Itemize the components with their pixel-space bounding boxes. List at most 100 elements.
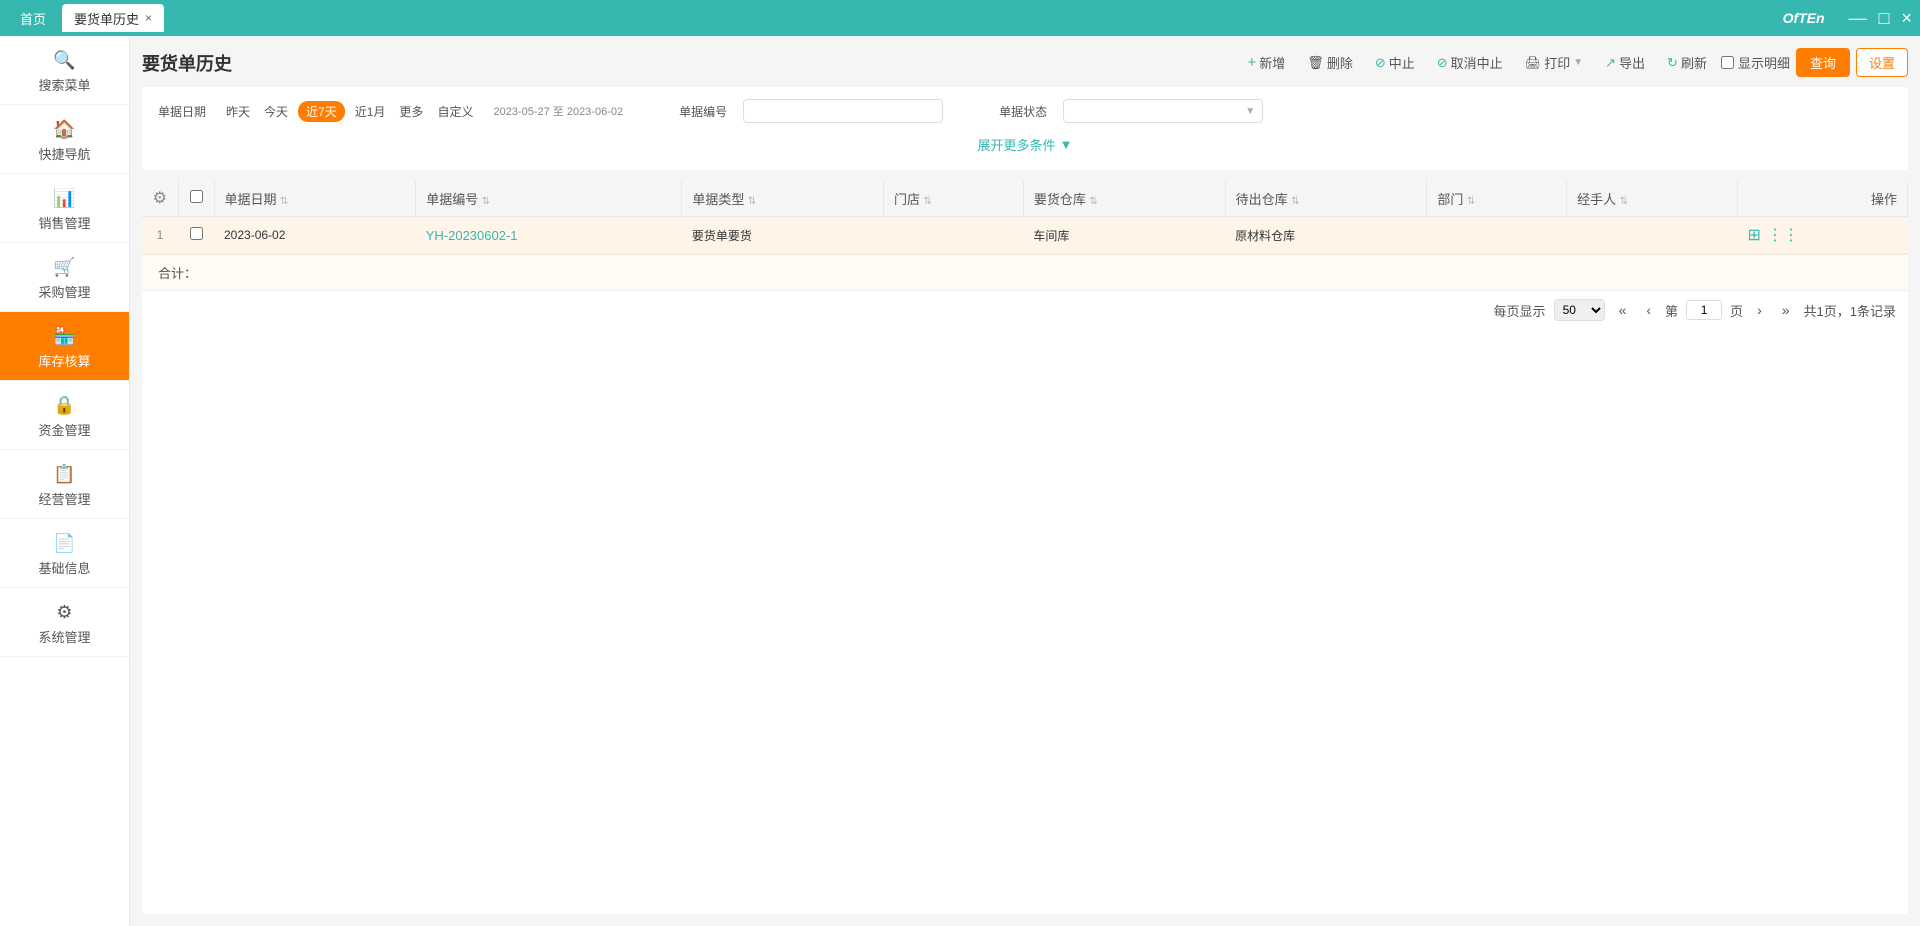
logo-text: OfTEn (1783, 10, 1825, 26)
minimize-icon[interactable]: — (1849, 8, 1867, 29)
th-handler-label: 经手人 (1577, 192, 1616, 207)
shortcut-yesterday[interactable]: 昨天 (222, 101, 254, 122)
window-close-icon[interactable]: × (1901, 8, 1912, 29)
th-req-warehouse[interactable]: 要货仓库 ⇅ (1023, 180, 1225, 217)
sort-handler-icon: ⇅ (1620, 196, 1628, 207)
close-tab-icon[interactable]: × (145, 11, 152, 25)
page-number-input[interactable] (1686, 300, 1722, 320)
tab-purchase-history-label: 要货单历史 (74, 9, 139, 28)
stop-label: 中止 (1389, 53, 1415, 72)
doc-number-label: 单据编号 (679, 103, 727, 120)
total-info: 共1页，1条记录 (1804, 301, 1896, 320)
doc-status-wrapper (1063, 99, 1263, 123)
prev-page-button[interactable]: ‹ (1640, 300, 1657, 320)
sidebar-item-label-search-menu: 搜索菜单 (38, 75, 90, 94)
view-icon[interactable]: ⊞ (1747, 225, 1760, 245)
cell-checkbox[interactable] (178, 217, 214, 254)
cell-handler (1567, 217, 1738, 254)
cell-pending-warehouse: 原材料仓库 (1225, 217, 1427, 254)
delete-label: 删除 (1327, 53, 1353, 72)
next-page-button[interactable]: › (1751, 300, 1768, 320)
th-operation-label: 操作 (1871, 192, 1897, 207)
add-button[interactable]: + 新增 (1240, 49, 1294, 76)
shortcut-last1month[interactable]: 近1月 (351, 101, 390, 122)
th-pending-warehouse[interactable]: 待出仓库 ⇅ (1225, 180, 1427, 217)
th-department[interactable]: 部门 ⇅ (1427, 180, 1567, 217)
filter-bar: 单据日期 昨天 今天 近7天 近1月 更多 自定义 2023-05-27 至 2… (142, 87, 1908, 170)
th-doc-date[interactable]: 单据日期 ⇅ (214, 180, 416, 217)
shortcut-custom[interactable]: 自定义 (433, 101, 477, 122)
th-doc-type[interactable]: 单据类型 ⇅ (682, 180, 884, 217)
doc-number-link[interactable]: YH-20230602-1 (426, 228, 518, 243)
select-all-checkbox[interactable] (190, 190, 203, 203)
sort-department-icon: ⇅ (1467, 196, 1475, 207)
sort-doc-type-icon: ⇅ (748, 196, 756, 207)
add-icon: + (1248, 54, 1257, 71)
tab-purchase-history[interactable]: 要货单历史 × (62, 4, 164, 32)
cancel-stop-icon: ⊘ (1437, 55, 1448, 71)
add-label: 新增 (1259, 53, 1285, 72)
print-button[interactable]: 🖨 打印 ▼ (1517, 49, 1591, 76)
sidebar-item-label-purchase-mgmt: 采购管理 (38, 282, 90, 301)
sidebar-item-system-mgmt[interactable]: ⚙ 系统管理 (0, 588, 129, 657)
table-container: ⚙ 单据日期 ⇅ 单据编号 ⇅ (142, 180, 1908, 914)
inventory-icon: 🏪 (53, 326, 75, 347)
cancel-stop-button[interactable]: ⊘ 取消中止 (1429, 49, 1511, 76)
th-checkbox[interactable] (178, 180, 214, 217)
sort-pending-warehouse-icon: ⇅ (1291, 196, 1299, 207)
settings-gear-icon[interactable]: ⚙ (153, 190, 167, 207)
first-page-button[interactable]: « (1613, 300, 1633, 320)
tab-home[interactable]: 首页 (8, 4, 58, 32)
print-label: 打印 (1544, 53, 1570, 72)
table-body: 1 2023-06-02 YH-20230602-1 要货单要货 车间库 原材料… (142, 217, 1908, 254)
th-operation: 操作 (1737, 180, 1907, 217)
display-toggle-checkbox[interactable] (1721, 56, 1734, 69)
th-doc-number-label: 单据编号 (426, 192, 478, 207)
row-checkbox[interactable] (190, 227, 203, 240)
edit-icon[interactable]: ⋮⋮ (1767, 225, 1799, 245)
last-page-button[interactable]: » (1776, 300, 1796, 320)
sidebar-item-quick-nav[interactable]: 🏠 快捷导航 (0, 105, 129, 174)
date-shortcuts: 昨天 今天 近7天 近1月 更多 自定义 (222, 101, 477, 122)
shortcut-last7days[interactable]: 近7天 (298, 101, 345, 122)
cell-doc-date: 2023-06-02 (214, 217, 416, 254)
refresh-button[interactable]: ↻ 刷新 (1659, 49, 1715, 76)
summary-bar: 合计： (142, 254, 1908, 290)
data-table: ⚙ 单据日期 ⇅ 单据编号 ⇅ (142, 180, 1908, 254)
th-store[interactable]: 门店 ⇅ (884, 180, 1024, 217)
th-doc-number[interactable]: 单据编号 ⇅ (416, 180, 682, 217)
sidebar-item-inventory[interactable]: 🏪 库存核算 (0, 312, 129, 381)
expand-more-button[interactable]: 展开更多条件 ▼ (978, 131, 1073, 158)
setting-button[interactable]: 设置 (1856, 48, 1908, 77)
th-req-warehouse-label: 要货仓库 (1034, 192, 1086, 207)
cell-index: 1 (142, 217, 178, 254)
delete-icon: 🗑 (1307, 55, 1324, 71)
doc-number-input[interactable] (743, 99, 943, 123)
cell-doc-number[interactable]: YH-20230602-1 (416, 217, 682, 254)
content-area: 要货单历史 + 新增 🗑 删除 ⊘ 中止 ⊘ 取消中止 (130, 36, 1920, 926)
delete-button[interactable]: 🗑 删除 (1299, 49, 1361, 76)
tab-home-label: 首页 (20, 9, 46, 28)
shortcut-more[interactable]: 更多 (395, 101, 427, 122)
sidebar-item-operations-mgmt[interactable]: 📋 经营管理 (0, 450, 129, 519)
stop-icon: ⊘ (1375, 55, 1386, 71)
display-toggle[interactable]: 显示明细 (1721, 53, 1790, 72)
per-page-select[interactable]: 50 10 20 100 (1554, 299, 1605, 321)
date-range-display: 2023-05-27 至 2023-06-02 (493, 103, 623, 119)
operations-mgmt-icon: 📋 (53, 464, 75, 485)
search-menu-icon: 🔍 (53, 50, 75, 71)
stop-button[interactable]: ⊘ 中止 (1367, 49, 1423, 76)
sidebar-item-finance-mgmt[interactable]: 🔒 资金管理 (0, 381, 129, 450)
th-handler[interactable]: 经手人 ⇅ (1567, 180, 1738, 217)
doc-status-select[interactable] (1063, 99, 1263, 123)
sidebar-item-search-menu[interactable]: 🔍 搜索菜单 (0, 36, 129, 105)
sidebar-item-sales-mgmt[interactable]: 📊 销售管理 (0, 174, 129, 243)
th-settings[interactable]: ⚙ (142, 180, 178, 217)
search-button[interactable]: 查询 (1796, 48, 1850, 77)
shortcut-today[interactable]: 今天 (260, 101, 292, 122)
export-button[interactable]: ↗ 导出 (1597, 49, 1653, 76)
summary-label: 合计： (158, 263, 197, 282)
sidebar-item-basic-info[interactable]: 📄 基础信息 (0, 519, 129, 588)
maximize-icon[interactable]: □ (1879, 8, 1890, 29)
sidebar-item-purchase-mgmt[interactable]: 🛒 采购管理 (0, 243, 129, 312)
